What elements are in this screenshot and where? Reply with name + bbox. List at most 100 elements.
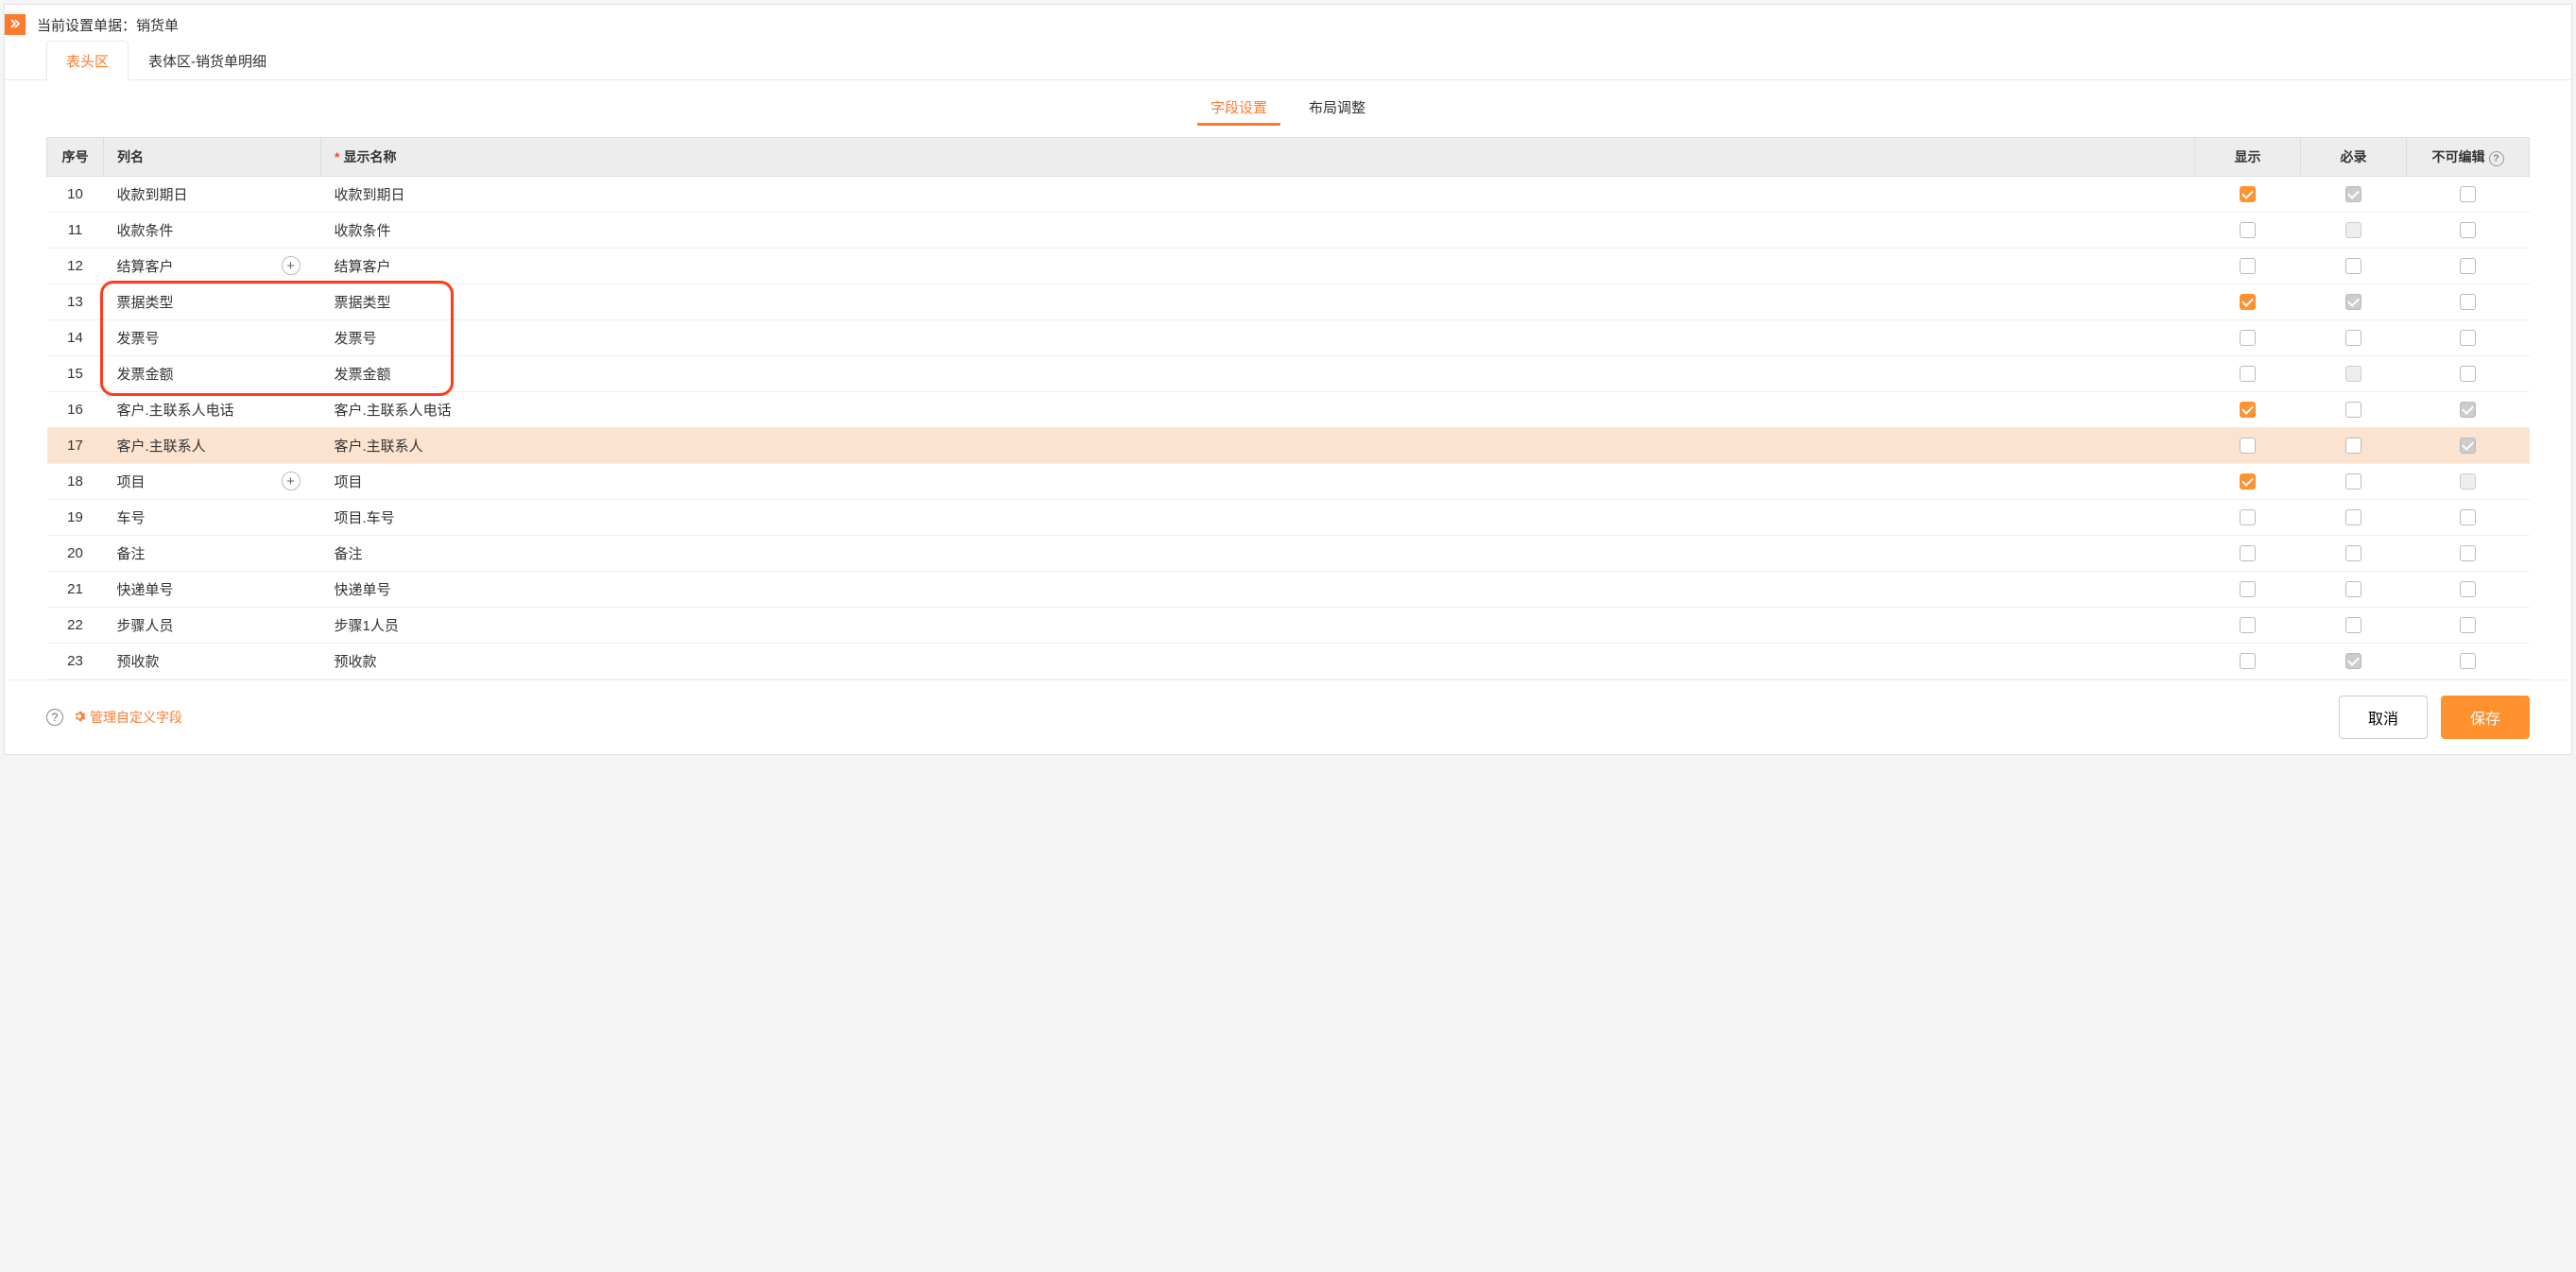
- checkbox-show[interactable]: [2240, 545, 2256, 561]
- cell-required: [2301, 284, 2407, 320]
- checkbox-required[interactable]: [2345, 617, 2361, 633]
- cell-required: [2301, 644, 2407, 679]
- expand-sidebar-button[interactable]: [5, 14, 26, 35]
- checkbox-show[interactable]: [2240, 617, 2256, 633]
- checkbox-nonedit: [2460, 438, 2476, 454]
- table-row: 16客户.主联系人电话客户.主联系人电话: [47, 392, 2530, 428]
- cell-name: 预收款: [104, 644, 321, 679]
- cell-name: 车号: [104, 500, 321, 536]
- table-row: 19车号项目.车号: [47, 500, 2530, 536]
- cell-seq: 17: [47, 428, 104, 464]
- cell-display[interactable]: 结算客户: [321, 249, 2195, 284]
- plus-icon[interactable]: +: [282, 472, 301, 490]
- cell-display[interactable]: 客户.主联系人: [321, 428, 2195, 464]
- secondary-tab-1[interactable]: 布局调整: [1296, 92, 1379, 126]
- checkbox-show[interactable]: [2240, 509, 2256, 525]
- cell-show: [2195, 392, 2301, 428]
- cell-nonedit: [2407, 608, 2530, 644]
- th-nonedit: 不可编辑?: [2407, 138, 2530, 177]
- secondary-tab-0[interactable]: 字段设置: [1197, 92, 1280, 126]
- cell-seq: 14: [47, 320, 104, 356]
- fields-table: 序号 列名 *显示名称 显示 必录 不可编辑? 10收款到期日收款到期日11收款…: [46, 137, 2530, 679]
- cell-show: [2195, 320, 2301, 356]
- checkbox-nonedit[interactable]: [2460, 294, 2476, 310]
- checkbox-show[interactable]: [2240, 186, 2256, 202]
- cell-show: [2195, 356, 2301, 392]
- primary-tab-0[interactable]: 表头区: [46, 41, 129, 80]
- checkbox-required[interactable]: [2345, 581, 2361, 597]
- checkbox-show[interactable]: [2240, 330, 2256, 346]
- checkbox-show[interactable]: [2240, 402, 2256, 418]
- checkbox-show[interactable]: [2240, 653, 2256, 669]
- cell-seq: 12: [47, 249, 104, 284]
- cell-required: [2301, 213, 2407, 249]
- cell-display[interactable]: 票据类型: [321, 284, 2195, 320]
- header-bar: 当前设置单据：销货单: [5, 5, 2571, 44]
- cell-display[interactable]: 收款条件: [321, 213, 2195, 249]
- checkbox-show[interactable]: [2240, 581, 2256, 597]
- checkbox-show[interactable]: [2240, 438, 2256, 454]
- cancel-button[interactable]: 取消: [2339, 696, 2428, 739]
- cell-display[interactable]: 项目.车号: [321, 500, 2195, 536]
- table-row: 23预收款预收款: [47, 644, 2530, 679]
- plus-icon[interactable]: +: [282, 256, 301, 275]
- checkbox-show[interactable]: [2240, 473, 2256, 490]
- cell-display[interactable]: 备注: [321, 536, 2195, 572]
- cell-name: 快递单号: [104, 572, 321, 608]
- cell-display[interactable]: 快递单号: [321, 572, 2195, 608]
- cell-display[interactable]: 预收款: [321, 644, 2195, 679]
- cell-required: [2301, 464, 2407, 500]
- checkbox-show[interactable]: [2240, 258, 2256, 274]
- gear-icon: [73, 710, 86, 726]
- cell-show: [2195, 249, 2301, 284]
- checkbox-show[interactable]: [2240, 366, 2256, 382]
- checkbox-nonedit[interactable]: [2460, 330, 2476, 346]
- cell-name: 收款到期日: [104, 177, 321, 213]
- manage-custom-fields-link[interactable]: 管理自定义字段: [73, 708, 182, 727]
- question-icon[interactable]: ?: [46, 709, 63, 726]
- table-row: 21快递单号快递单号: [47, 572, 2530, 608]
- cell-name: 发票号: [104, 320, 321, 356]
- cell-name: 步骤人员: [104, 608, 321, 644]
- checkbox-nonedit[interactable]: [2460, 653, 2476, 669]
- checkbox-nonedit[interactable]: [2460, 509, 2476, 525]
- cell-seq: 10: [47, 177, 104, 213]
- primary-tab-1[interactable]: 表体区-销货单明细: [129, 41, 286, 80]
- cell-display[interactable]: 项目: [321, 464, 2195, 500]
- checkbox-nonedit[interactable]: [2460, 222, 2476, 238]
- th-name: 列名: [104, 138, 321, 177]
- checkbox-required[interactable]: [2345, 402, 2361, 418]
- checkbox-nonedit[interactable]: [2460, 545, 2476, 561]
- cell-nonedit: [2407, 572, 2530, 608]
- help-icon[interactable]: ?: [2489, 151, 2504, 166]
- cell-display[interactable]: 客户.主联系人电话: [321, 392, 2195, 428]
- checkbox-show[interactable]: [2240, 294, 2256, 310]
- checkbox-nonedit[interactable]: [2460, 186, 2476, 202]
- checkbox-required[interactable]: [2345, 509, 2361, 525]
- table-row: 11收款条件收款条件: [47, 213, 2530, 249]
- checkbox-show[interactable]: [2240, 222, 2256, 238]
- checkbox-required[interactable]: [2345, 545, 2361, 561]
- title-prefix: 当前设置单据：: [37, 18, 136, 34]
- cell-required: [2301, 428, 2407, 464]
- cell-display[interactable]: 步骤1人员: [321, 608, 2195, 644]
- checkbox-nonedit[interactable]: [2460, 258, 2476, 274]
- checkbox-nonedit[interactable]: [2460, 617, 2476, 633]
- cell-display[interactable]: 发票金额: [321, 356, 2195, 392]
- checkbox-required: [2345, 222, 2361, 238]
- save-button[interactable]: 保存: [2441, 696, 2530, 739]
- cell-display[interactable]: 收款到期日: [321, 177, 2195, 213]
- manage-link-label: 管理自定义字段: [90, 708, 182, 727]
- cell-required: [2301, 392, 2407, 428]
- cell-display[interactable]: 发票号: [321, 320, 2195, 356]
- chevron-right-icon: [9, 19, 21, 30]
- table-row: 20备注备注: [47, 536, 2530, 572]
- checkbox-required: [2345, 186, 2361, 202]
- checkbox-required[interactable]: [2345, 438, 2361, 454]
- checkbox-required[interactable]: [2345, 258, 2361, 274]
- checkbox-nonedit[interactable]: [2460, 366, 2476, 382]
- checkbox-required[interactable]: [2345, 330, 2361, 346]
- checkbox-nonedit[interactable]: [2460, 581, 2476, 597]
- cell-name: 收款条件: [104, 213, 321, 249]
- checkbox-required[interactable]: [2345, 473, 2361, 490]
